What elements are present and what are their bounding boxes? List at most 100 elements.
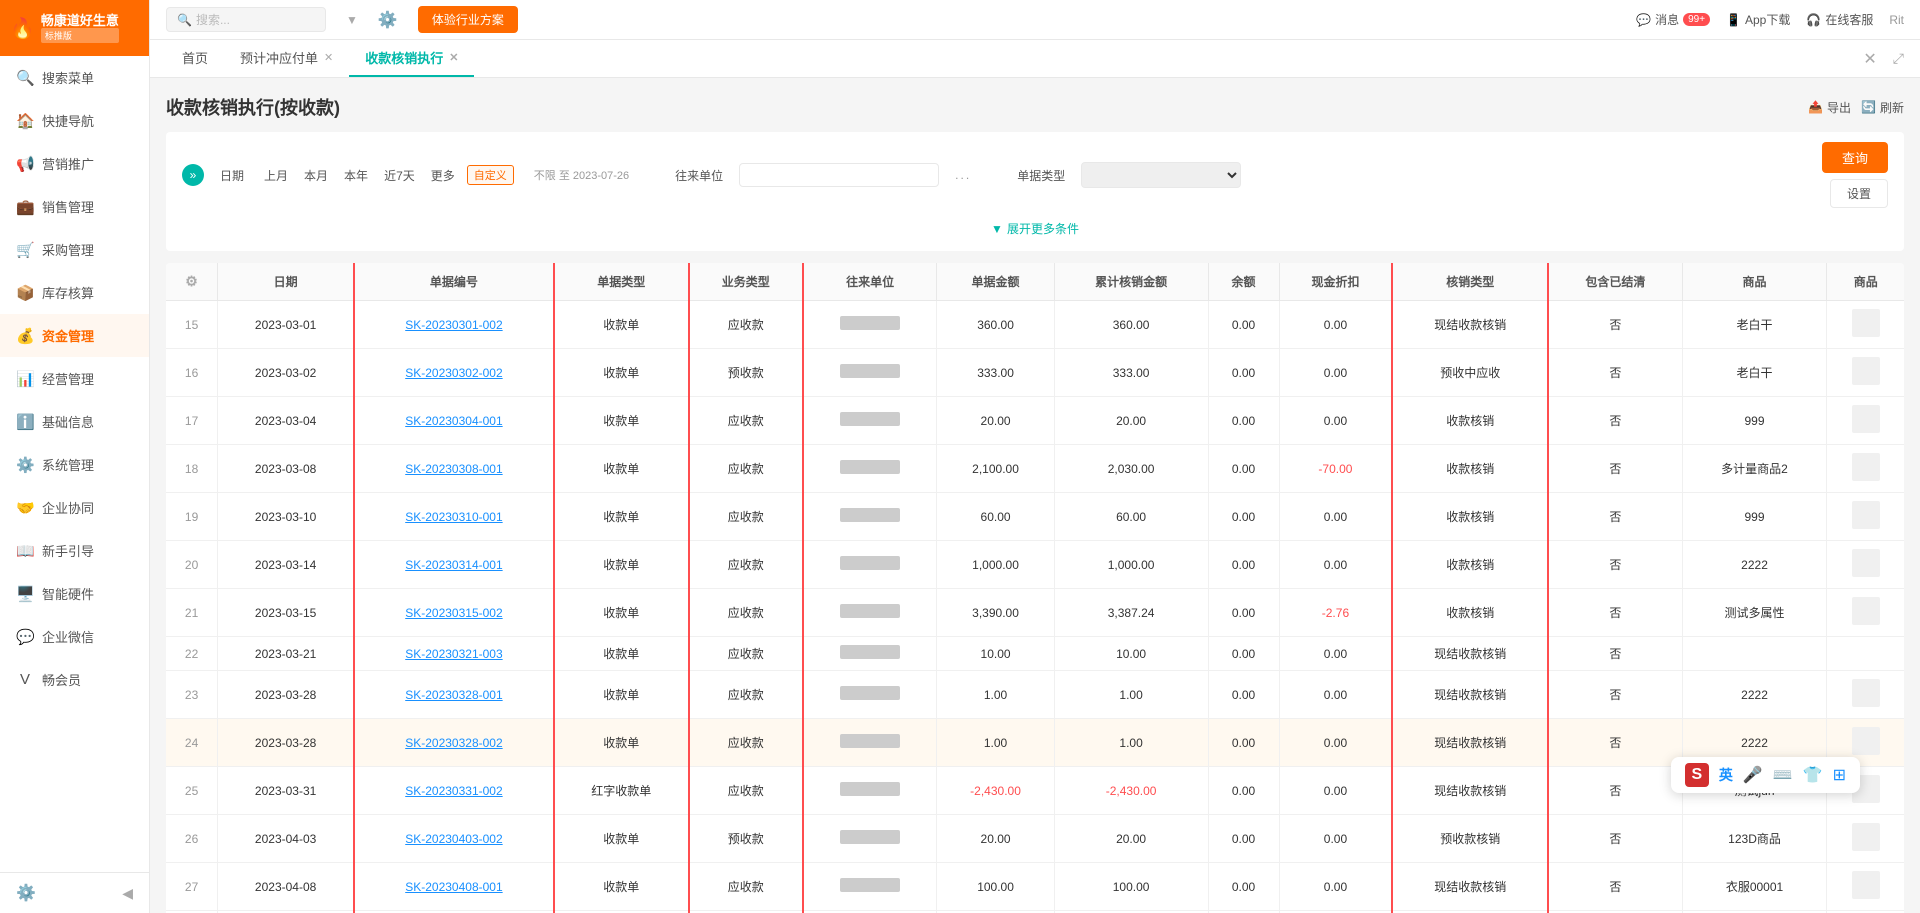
- row-voucher-no[interactable]: SK-20230331-002: [354, 767, 554, 815]
- row-product: 999: [1682, 397, 1827, 445]
- col-voucher-no: 单据编号: [354, 263, 554, 301]
- sidebar-item-quicknav[interactable]: 🏠快捷导航: [0, 99, 149, 142]
- filter-expand-row[interactable]: ▼ 展开更多条件: [182, 216, 1888, 241]
- logo-name: 畅康道好生意: [41, 13, 119, 29]
- close-window-icon[interactable]: ✕: [1863, 49, 1876, 69]
- grid-icon[interactable]: ⊞: [1833, 765, 1846, 785]
- sidebar-logo: 🔥 畅康道好生意 标推版: [0, 0, 149, 56]
- row-product: 衣服00001: [1682, 863, 1827, 911]
- date-option-last-month[interactable]: 上月: [260, 165, 292, 186]
- sidebar-item-inventory[interactable]: 📦库存核算: [0, 271, 149, 314]
- brand-s-icon[interactable]: S: [1685, 763, 1709, 787]
- filter-date-options: 上月 本月 本年 近7天 更多 自定义: [260, 165, 514, 186]
- sidebar-item-sales[interactable]: 💼销售管理: [0, 185, 149, 228]
- tab-home[interactable]: 首页: [166, 40, 224, 77]
- row-balance: 0.00: [1208, 671, 1279, 719]
- row-voucher-no[interactable]: SK-20230310-001: [354, 493, 554, 541]
- tab-receipt[interactable]: 收款核销执行 ✕: [349, 40, 474, 77]
- filter-more-icon[interactable]: ...: [955, 168, 971, 182]
- voucher-type-select[interactable]: [1081, 162, 1241, 188]
- tab-close-receipt[interactable]: ✕: [449, 51, 458, 64]
- topbar-notifications[interactable]: 💬 消息 99+: [1636, 11, 1710, 28]
- page-header: 收款核销执行(按收款) 📤 导出 🔄 刷新: [166, 94, 1904, 120]
- sidebar-item-system[interactable]: ⚙️系统管理: [0, 443, 149, 486]
- sidebar-item-hardware[interactable]: 🖥️智能硬件: [0, 572, 149, 615]
- date-option-7days[interactable]: 近7天: [380, 165, 419, 186]
- row-amount: 10.00: [937, 637, 1054, 671]
- sidebar-item-wechat[interactable]: 💬企业微信: [0, 615, 149, 658]
- export-button[interactable]: 📤 导出: [1808, 99, 1851, 116]
- sidebar-settings-icon[interactable]: ⚙️: [16, 883, 36, 903]
- row-no: 18: [166, 445, 218, 493]
- mic-icon[interactable]: 🎤: [1743, 765, 1763, 785]
- row-writeoff-type: 现结收款核销: [1392, 863, 1548, 911]
- filter-row: » 日期 上月 本月 本年 近7天 更多 自定义 不限 至 2023-07-26…: [182, 142, 1888, 208]
- refresh-button[interactable]: 🔄 刷新: [1861, 99, 1904, 116]
- sidebar-item-purchase[interactable]: 🛒采购管理: [0, 228, 149, 271]
- row-voucher-no[interactable]: SK-20230408-001: [354, 863, 554, 911]
- row-voucher-no[interactable]: SK-20230328-001: [354, 671, 554, 719]
- row-partner: [803, 719, 937, 767]
- sidebar-item-operations[interactable]: 📊经营管理: [0, 357, 149, 400]
- row-voucher-no[interactable]: SK-20230403-002: [354, 815, 554, 863]
- date-option-more[interactable]: 更多: [427, 165, 459, 186]
- row-cumulative: 100.00: [1054, 863, 1208, 911]
- date-option-this-month[interactable]: 本月: [300, 165, 332, 186]
- partner-input[interactable]: [739, 163, 939, 187]
- row-writeoff-type: 现结收款核销: [1392, 637, 1548, 671]
- sidebar-collapse-icon[interactable]: ◀: [122, 885, 133, 902]
- sales-icon: 💼: [16, 198, 34, 216]
- topbar-search[interactable]: 🔍 搜索...: [166, 7, 326, 32]
- sidebar: 🔥 畅康道好生意 标推版 🔍搜索菜单🏠快捷导航📢营销推广💼销售管理🛒采购管理📦库…: [0, 0, 150, 913]
- sidebar-item-corp[interactable]: 🤝企业协同: [0, 486, 149, 529]
- query-button[interactable]: 查询: [1822, 142, 1888, 173]
- table-row: 18 2023-03-08 SK-20230308-001 收款单 应收款 2,…: [166, 445, 1904, 493]
- tab-close-payable[interactable]: ✕: [324, 51, 333, 64]
- row-voucher-no[interactable]: SK-20230321-003: [354, 637, 554, 671]
- col-date: 日期: [218, 263, 354, 301]
- settings-button[interactable]: 设置: [1830, 179, 1888, 208]
- row-product: 2222: [1682, 671, 1827, 719]
- row-cumulative: -2,430.00: [1054, 767, 1208, 815]
- sidebar-item-basic[interactable]: ℹ️基础信息: [0, 400, 149, 443]
- row-voucher-no[interactable]: SK-20230328-002: [354, 719, 554, 767]
- row-voucher-no[interactable]: SK-20230314-001: [354, 541, 554, 589]
- keyboard-icon[interactable]: ⌨️: [1773, 765, 1793, 785]
- solution-button[interactable]: 体验行业方案: [418, 6, 518, 33]
- member-icon: V: [16, 671, 34, 688]
- expand-window-icon[interactable]: ⤢: [1893, 50, 1904, 67]
- date-option-this-year[interactable]: 本年: [340, 165, 372, 186]
- topbar-user[interactable]: Rit: [1889, 13, 1904, 27]
- date-custom-button[interactable]: 自定义: [467, 165, 514, 185]
- row-voucher-no[interactable]: SK-20230302-002: [354, 349, 554, 397]
- tabs-container: 首页预计冲应付单 ✕收款核销执行 ✕: [166, 40, 474, 77]
- sidebar-item-marketing[interactable]: 📢营销推广: [0, 142, 149, 185]
- sidebar-item-member[interactable]: V畅会员: [0, 658, 149, 701]
- filter-toggle-button[interactable]: »: [182, 164, 204, 186]
- row-voucher-no[interactable]: SK-20230304-001: [354, 397, 554, 445]
- topbar-online-support[interactable]: 🎧 在线客服: [1806, 11, 1873, 28]
- row-voucher-type: 收款单: [554, 863, 689, 911]
- table-row: 25 2023-03-31 SK-20230331-002 红字收款单 应收款 …: [166, 767, 1904, 815]
- shirt-icon[interactable]: 👕: [1803, 765, 1823, 785]
- row-voucher-no[interactable]: SK-20230308-001: [354, 445, 554, 493]
- sidebar-item-guide[interactable]: 📖新手引导: [0, 529, 149, 572]
- row-date: 2023-03-31: [218, 767, 354, 815]
- english-mode-icon[interactable]: 英: [1719, 765, 1733, 785]
- topbar-gear-icon[interactable]: ⚙️: [378, 10, 398, 30]
- tab-payable[interactable]: 预计冲应付单 ✕: [224, 40, 349, 77]
- row-voucher-no[interactable]: SK-20230301-002: [354, 301, 554, 349]
- sidebar-item-finance[interactable]: 💰资金管理: [0, 314, 149, 357]
- row-include-settled: 否: [1548, 493, 1682, 541]
- col-settings[interactable]: ⚙: [166, 263, 218, 301]
- row-balance: 0.00: [1208, 301, 1279, 349]
- row-balance: 0.00: [1208, 589, 1279, 637]
- topbar-app-download[interactable]: 📱 App下载: [1726, 11, 1790, 28]
- topbar-chevron-icon[interactable]: ▼: [346, 13, 358, 27]
- row-voucher-no[interactable]: SK-20230315-002: [354, 589, 554, 637]
- app-download-label: App下载: [1745, 11, 1790, 28]
- col-cash-discount: 现金折扣: [1279, 263, 1392, 301]
- sidebar-item-search[interactable]: 🔍搜索菜单: [0, 56, 149, 99]
- row-no: 26: [166, 815, 218, 863]
- row-include-settled: 否: [1548, 301, 1682, 349]
